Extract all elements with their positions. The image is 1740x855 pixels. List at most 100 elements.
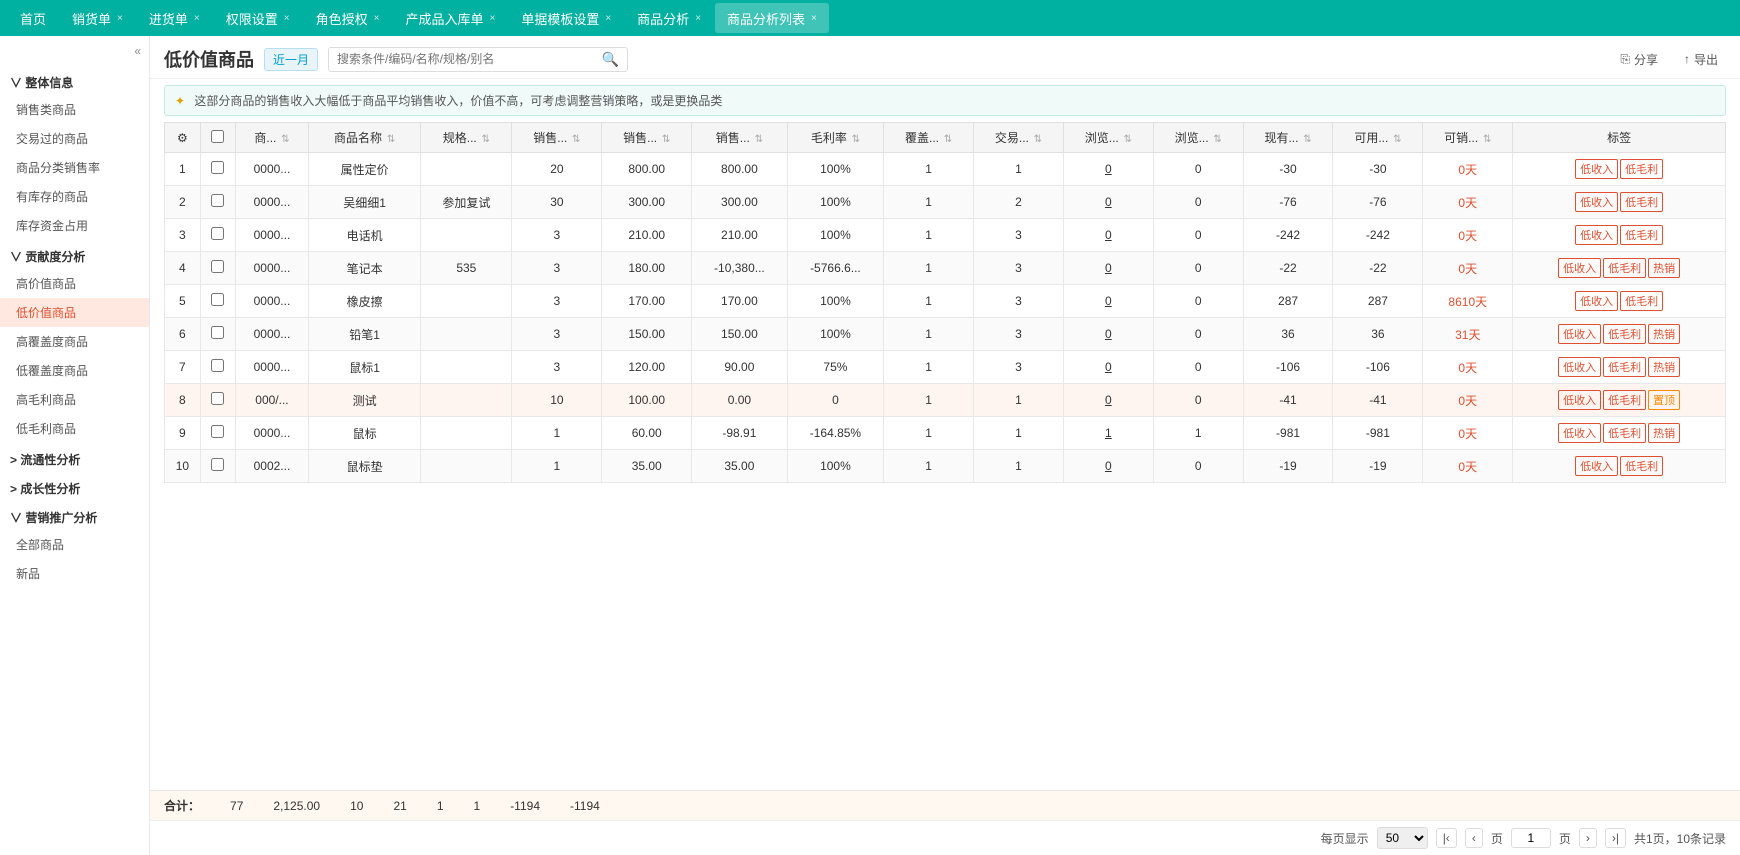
cell-1[interactable] — [200, 384, 235, 417]
column-header-12[interactable]: 浏览... ⇅ — [1153, 123, 1243, 153]
close-icon[interactable]: × — [489, 13, 495, 24]
close-icon[interactable]: × — [284, 13, 290, 24]
first-page-button[interactable]: |‹ — [1436, 828, 1457, 848]
row-checkbox[interactable] — [211, 194, 224, 207]
column-header-14[interactable]: 可用... ⇅ — [1333, 123, 1423, 153]
nav-item[interactable]: 首页 — [8, 3, 58, 33]
prev-page-button[interactable]: ‹ — [1465, 828, 1483, 848]
cell-link[interactable]: 0 — [1105, 195, 1112, 209]
cell-link[interactable]: 0 — [1105, 393, 1112, 407]
sidebar-collapse-button[interactable]: « — [0, 36, 149, 66]
cell-5: 10 — [512, 384, 602, 417]
sidebar-item[interactable]: 全部商品 — [0, 530, 149, 559]
nav-item[interactable]: 权限设置× — [214, 3, 302, 33]
sidebar-item[interactable]: 库存资金占用 — [0, 211, 149, 240]
last-page-button[interactable]: ›| — [1605, 828, 1626, 848]
column-header-6[interactable]: 销售... ⇅ — [602, 123, 692, 153]
nav-item[interactable]: 进货单× — [137, 3, 212, 33]
nav-item[interactable]: 产成品入库单× — [393, 3, 507, 33]
per-page-select[interactable]: 5020100 — [1377, 827, 1428, 849]
close-icon[interactable]: × — [194, 13, 200, 24]
column-header-4[interactable]: 规格... ⇅ — [421, 123, 512, 153]
sidebar-group-header[interactable]: ∨ 整体信息 — [0, 66, 149, 95]
row-checkbox[interactable] — [211, 425, 224, 438]
page-input[interactable] — [1511, 828, 1551, 848]
cell-link[interactable]: 0 — [1105, 261, 1112, 275]
tag-label: 低收入 — [1575, 192, 1618, 212]
nav-item[interactable]: 商品分析× — [625, 3, 713, 33]
row-checkbox[interactable] — [211, 392, 224, 405]
column-header-13[interactable]: 现有... ⇅ — [1243, 123, 1333, 153]
sidebar-group-header[interactable]: ∨ 营销推广分析 — [0, 501, 149, 530]
column-header-15[interactable]: 可销... ⇅ — [1423, 123, 1513, 153]
column-header-3[interactable]: 商品名称 ⇅ — [309, 123, 421, 153]
sidebar-item[interactable]: 商品分类销售率 — [0, 153, 149, 182]
cell-link[interactable]: 0 — [1105, 228, 1112, 242]
sidebar-item[interactable]: 新品 — [0, 559, 149, 588]
total-info: 共1页，10条记录 — [1634, 830, 1726, 847]
cell-1[interactable] — [200, 417, 235, 450]
share-button[interactable]: ⎘ 分享 — [1612, 47, 1666, 72]
sidebar-item[interactable]: 销售类商品 — [0, 95, 149, 124]
cell-6: 300.00 — [602, 186, 692, 219]
cell-1[interactable] — [200, 219, 235, 252]
select-all-checkbox[interactable] — [211, 130, 224, 143]
sidebar-group-header[interactable]: ∨ 贡献度分析 — [0, 240, 149, 269]
cell-1[interactable] — [200, 351, 235, 384]
sidebar-group-header[interactable]: > 流通性分析 — [0, 443, 149, 472]
nav-item[interactable]: 销货单× — [60, 3, 135, 33]
column-header-9[interactable]: 覆盖... ⇅ — [884, 123, 974, 153]
row-checkbox[interactable] — [211, 458, 224, 471]
cell-1[interactable] — [200, 153, 235, 186]
cell-link[interactable]: 0 — [1105, 294, 1112, 308]
row-checkbox[interactable] — [211, 359, 224, 372]
cell-1[interactable] — [200, 252, 235, 285]
row-checkbox[interactable] — [211, 227, 224, 240]
row-checkbox[interactable] — [211, 326, 224, 339]
sidebar-item[interactable]: 低毛利商品 — [0, 414, 149, 443]
export-button[interactable]: ↑ 导出 — [1676, 47, 1726, 72]
close-icon[interactable]: × — [117, 13, 123, 24]
next-page-button[interactable]: › — [1579, 828, 1597, 848]
cell-4 — [421, 351, 512, 384]
column-header-8[interactable]: 毛利率 ⇅ — [787, 123, 884, 153]
close-icon[interactable]: × — [374, 13, 380, 24]
column-header-7[interactable]: 销售... ⇅ — [692, 123, 787, 153]
sidebar-group-header[interactable]: > 成长性分析 — [0, 472, 149, 501]
sidebar-item[interactable]: 高价值商品 — [0, 269, 149, 298]
cell-1[interactable] — [200, 285, 235, 318]
cell-link[interactable]: 0 — [1105, 162, 1112, 176]
cell-8: 75% — [787, 351, 884, 384]
cell-link[interactable]: 0 — [1105, 360, 1112, 374]
row-checkbox[interactable] — [211, 293, 224, 306]
filter-tag[interactable]: 近一月 — [264, 48, 318, 71]
sidebar-item[interactable]: 有库存的商品 — [0, 182, 149, 211]
cell-link[interactable]: 1 — [1105, 426, 1112, 440]
cell-1[interactable] — [200, 450, 235, 483]
cell-link[interactable]: 0 — [1105, 459, 1112, 473]
row-checkbox[interactable] — [211, 161, 224, 174]
close-icon[interactable]: × — [695, 13, 701, 24]
cell-1[interactable] — [200, 186, 235, 219]
sidebar-item[interactable]: 高覆盖度商品 — [0, 327, 149, 356]
cell-link[interactable]: 0 — [1105, 327, 1112, 341]
nav-item[interactable]: 角色授权× — [304, 3, 392, 33]
sidebar-item[interactable]: 低覆盖度商品 — [0, 356, 149, 385]
cell-1[interactable] — [200, 318, 235, 351]
close-icon[interactable]: × — [811, 13, 817, 24]
nav-item[interactable]: 单据模板设置× — [509, 3, 623, 33]
sidebar-item[interactable]: 交易过的商品 — [0, 124, 149, 153]
nav-item[interactable]: 商品分析列表× — [715, 3, 829, 33]
sidebar-item[interactable]: 低价值商品 — [0, 298, 149, 327]
column-header-11[interactable]: 浏览... ⇅ — [1063, 123, 1153, 153]
column-header-5[interactable]: 销售... ⇅ — [512, 123, 602, 153]
search-icon[interactable]: 🔍 — [602, 51, 619, 68]
column-header-2[interactable]: 商... ⇅ — [235, 123, 308, 153]
search-input[interactable] — [337, 52, 596, 66]
close-icon[interactable]: × — [605, 13, 611, 24]
row-checkbox[interactable] — [211, 260, 224, 273]
sidebar-item[interactable]: 高毛利商品 — [0, 385, 149, 414]
column-header-10[interactable]: 交易... ⇅ — [974, 123, 1064, 153]
settings-icon[interactable]: ⚙ — [177, 131, 188, 145]
cell-12: 0 — [1153, 186, 1243, 219]
